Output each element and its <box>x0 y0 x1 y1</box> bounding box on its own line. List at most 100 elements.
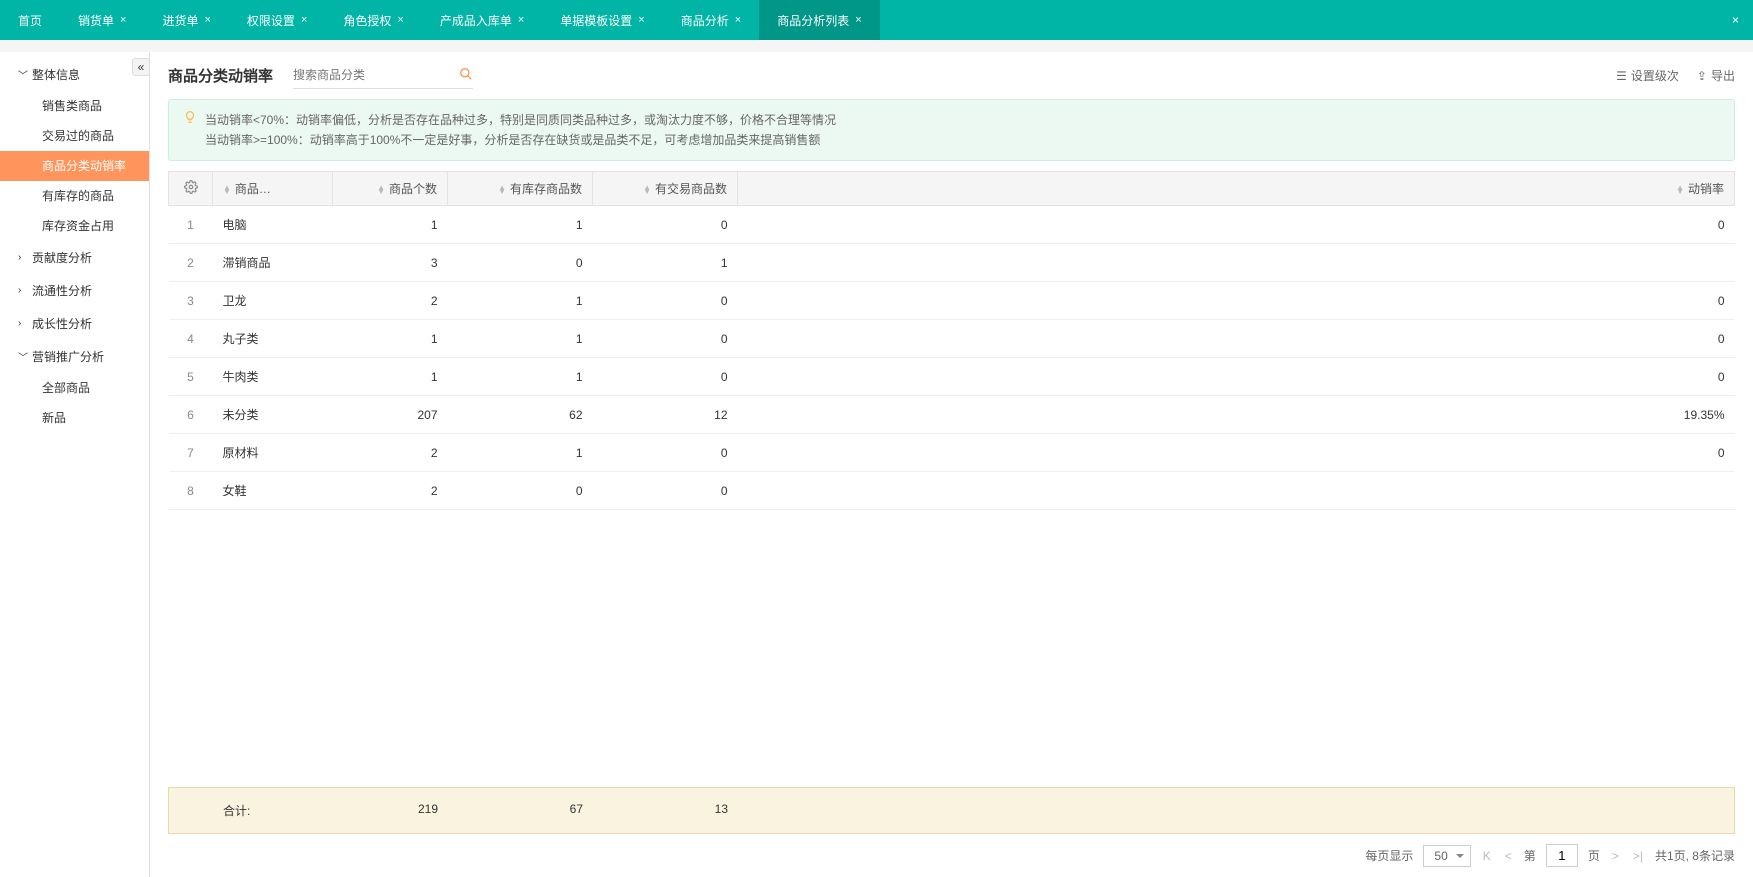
close-icon[interactable]: × <box>120 14 126 26</box>
sidebar-group[interactable]: ›流通性分析 <box>0 274 149 307</box>
col-count[interactable]: ▲▼商品个数 <box>333 172 448 206</box>
top-tab[interactable]: 进货单× <box>144 0 228 40</box>
sidebar-item[interactable]: 新品 <box>0 403 149 433</box>
top-tab[interactable]: 首页 <box>0 0 60 40</box>
close-icon[interactable]: × <box>518 14 524 26</box>
cell-stock: 1 <box>448 358 593 396</box>
tab-label: 商品分析 <box>681 12 729 29</box>
sidebar-collapse-button[interactable]: « <box>132 58 150 76</box>
close-icon[interactable]: × <box>301 14 307 26</box>
col-rate[interactable]: ▲▼动销率 <box>738 172 1735 206</box>
table-settings-button[interactable] <box>169 172 213 206</box>
cell-trans: 0 <box>593 206 738 244</box>
prev-page-button[interactable]: < <box>1503 849 1514 863</box>
tab-label: 首页 <box>18 12 42 29</box>
search-icon[interactable] <box>459 67 473 84</box>
sidebar-group[interactable]: ›贡献度分析 <box>0 241 149 274</box>
top-tab[interactable]: 商品分析列表× <box>759 0 879 40</box>
chevron-left-icon: « <box>138 60 145 74</box>
export-button[interactable]: ⇪ 导出 <box>1697 67 1735 84</box>
top-tab[interactable]: 角色授权× <box>325 0 421 40</box>
top-tab[interactable]: 单据模板设置× <box>542 0 662 40</box>
sort-icon: ▲▼ <box>223 186 231 194</box>
top-tab[interactable]: 权限设置 × <box>229 0 325 40</box>
cell-count: 2 <box>333 472 448 510</box>
close-all-tabs-button[interactable]: × <box>1718 0 1753 40</box>
sidebar-item[interactable]: 有库存的商品 <box>0 181 149 211</box>
page-prefix: 第 <box>1524 847 1536 864</box>
close-icon[interactable]: × <box>204 14 210 26</box>
top-tab[interactable]: 销货单 × <box>60 0 144 40</box>
col-name[interactable]: ▲▼商品… <box>213 172 333 206</box>
sort-icon: ▲▼ <box>498 186 506 194</box>
set-level-button[interactable]: ☰ 设置级次 <box>1616 67 1679 84</box>
chevron-right-icon: › <box>18 318 28 329</box>
sidebar-group-label: 整体信息 <box>32 66 80 83</box>
cell-stock: 1 <box>448 434 593 472</box>
spacer <box>0 40 1753 52</box>
cell-idx: 2 <box>169 244 213 282</box>
table-row[interactable]: 6未分类207621219.35% <box>169 396 1735 434</box>
top-tab[interactable]: 商品分析 × <box>663 0 759 40</box>
page-input[interactable] <box>1546 844 1578 867</box>
sidebar-group[interactable]: ﹀整体信息 <box>0 58 149 91</box>
cell-name: 电脑 <box>213 206 333 244</box>
tab-label: 权限设置 <box>247 12 295 29</box>
table-row[interactable]: 1电脑1100 <box>169 206 1735 244</box>
table-row[interactable]: 7原材料2100 <box>169 434 1735 472</box>
cell-rate: 0 <box>738 434 1735 472</box>
sidebar-group[interactable]: ﹀营销推广分析 <box>0 340 149 373</box>
data-table: ▲▼商品… ▲▼商品个数 ▲▼有库存商品数 ▲▼有交易商品数 ▲▼动销率 1电脑… <box>168 171 1735 510</box>
close-icon[interactable]: × <box>855 14 861 26</box>
cell-rate: 0 <box>738 282 1735 320</box>
col-trans[interactable]: ▲▼有交易商品数 <box>593 172 738 206</box>
page-suffix: 页 <box>1588 847 1600 864</box>
table-row[interactable]: 4丸子类1100 <box>169 320 1735 358</box>
close-icon: × <box>1732 13 1739 27</box>
per-page-select[interactable]: 50 <box>1423 845 1470 867</box>
lightbulb-icon <box>183 110 197 150</box>
cell-count: 207 <box>333 396 448 434</box>
table-row[interactable]: 3卫龙2100 <box>169 282 1735 320</box>
sidebar-item[interactable]: 商品分类动销率 <box>0 151 149 181</box>
totals-trans: 13 <box>593 802 738 819</box>
cell-trans: 0 <box>593 358 738 396</box>
sidebar-item[interactable]: 销售类商品 <box>0 91 149 121</box>
cell-count: 1 <box>333 358 448 396</box>
tip-line-2: 当动销率>=100%：动销率高于100%不一定是好事，分析是否存在缺货或是品类不… <box>205 130 836 150</box>
cell-count: 3 <box>333 244 448 282</box>
totals-stock: 67 <box>448 802 593 819</box>
sidebar-item[interactable]: 交易过的商品 <box>0 121 149 151</box>
cell-stock: 0 <box>448 472 593 510</box>
close-icon[interactable]: × <box>735 14 741 26</box>
cell-idx: 1 <box>169 206 213 244</box>
sidebar-item[interactable]: 库存资金占用 <box>0 211 149 241</box>
chevron-down-icon: ﹀ <box>18 349 28 364</box>
tab-label: 销货单 <box>78 12 114 29</box>
sidebar-group[interactable]: ›成长性分析 <box>0 307 149 340</box>
sidebar: « ﹀整体信息销售类商品交易过的商品商品分类动销率有库存的商品库存资金占用›贡献… <box>0 52 150 877</box>
cell-stock: 1 <box>448 320 593 358</box>
table-row[interactable]: 8女鞋200 <box>169 472 1735 510</box>
gear-icon <box>184 183 198 197</box>
cell-trans: 12 <box>593 396 738 434</box>
search-box <box>293 62 473 89</box>
sidebar-item[interactable]: 全部商品 <box>0 373 149 403</box>
close-icon[interactable]: × <box>397 14 403 26</box>
chevron-right-icon: › <box>18 285 28 296</box>
list-icon: ☰ <box>1616 69 1627 83</box>
table-row[interactable]: 2滞销商品301 <box>169 244 1735 282</box>
cell-trans: 1 <box>593 244 738 282</box>
col-stock[interactable]: ▲▼有库存商品数 <box>448 172 593 206</box>
last-page-button[interactable]: >| <box>1631 849 1645 863</box>
search-input[interactable] <box>293 64 459 86</box>
table-row[interactable]: 5牛肉类1100 <box>169 358 1735 396</box>
cell-count: 1 <box>333 206 448 244</box>
top-tab[interactable]: 产成品入库单× <box>422 0 542 40</box>
next-page-button[interactable]: > <box>1610 849 1621 863</box>
first-page-button[interactable]: K <box>1481 849 1493 863</box>
cell-stock: 1 <box>448 206 593 244</box>
close-icon[interactable]: × <box>638 14 644 26</box>
cell-count: 2 <box>333 282 448 320</box>
cell-idx: 5 <box>169 358 213 396</box>
